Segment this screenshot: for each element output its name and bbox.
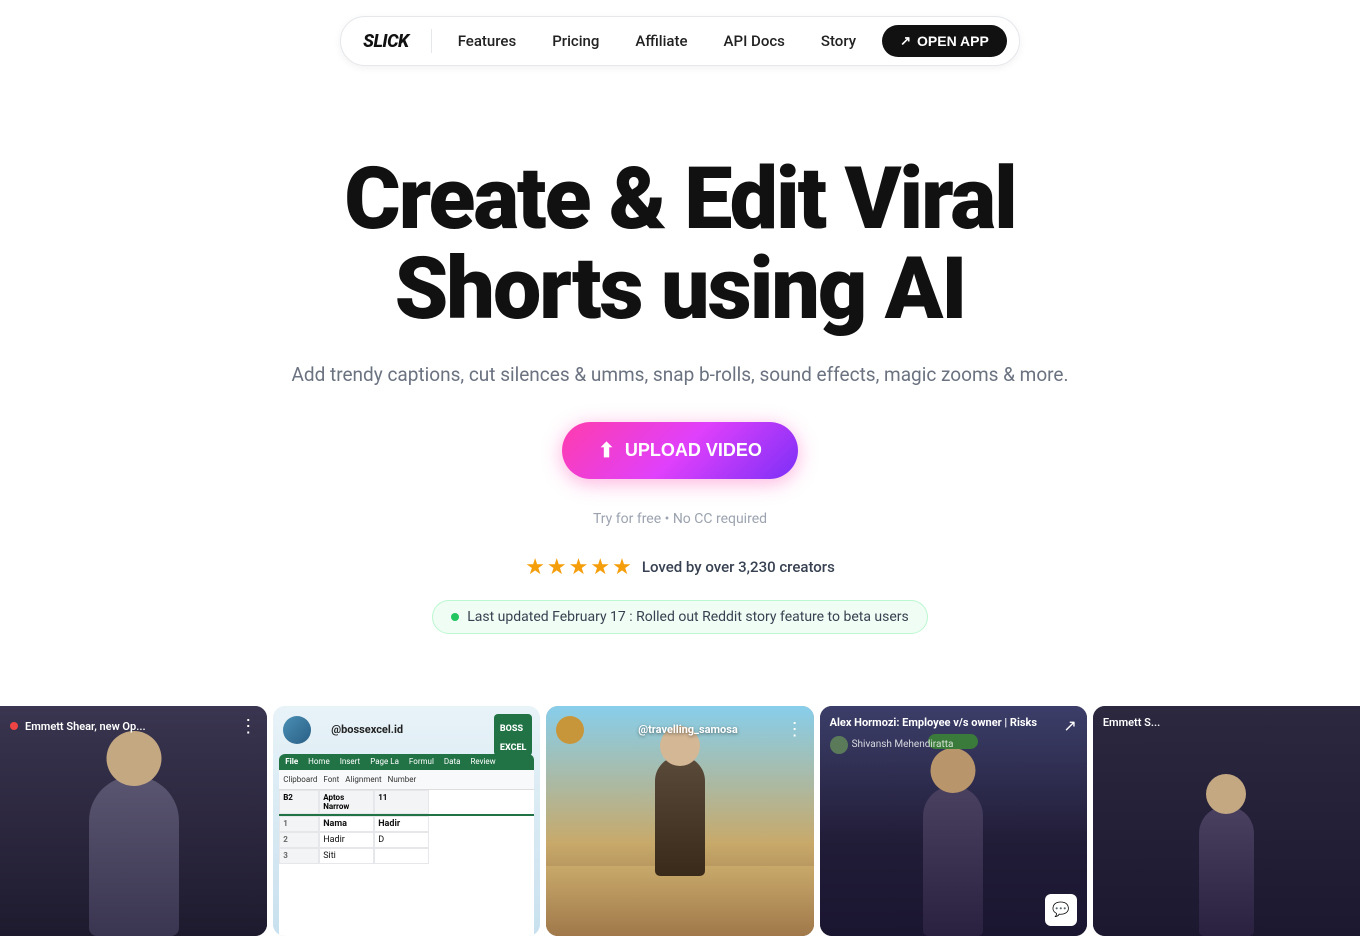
logo[interactable]: SLICK <box>353 27 419 56</box>
hero-title: Create & Edit Viral Shorts using AI <box>20 154 1340 335</box>
try-free-text: Try for free • No CC required <box>20 511 1340 527</box>
navbar-wrapper: SLICK Features Pricing Affiliate API Doc… <box>0 0 1360 74</box>
nav-story[interactable]: Story <box>807 26 870 56</box>
video-1-menu[interactable]: ⋮ <box>239 716 257 737</box>
star-4: ★ <box>590 555 610 580</box>
video-4-title-area: Alex Hormozi: Employee v/s owner | Risks… <box>830 716 1052 754</box>
video-4-author: Shivansh Mehendiratta <box>852 739 954 750</box>
video-5-name: Emmett S... <box>1103 716 1160 729</box>
nav-divider <box>431 29 432 53</box>
video-4-title: Alex Hormozi: Employee v/s owner | Risks <box>830 716 1052 730</box>
stars: ★ ★ ★ ★ ★ <box>525 555 632 580</box>
star-1: ★ <box>525 555 545 580</box>
video-card-1: Emmett Shear, new Op... ⋮ <box>0 706 267 936</box>
video-3-menu[interactable]: ⋮ <box>786 719 804 740</box>
upload-video-button[interactable]: ⬆ UPLOAD VIDEO <box>562 422 798 479</box>
nav-pricing[interactable]: Pricing <box>538 26 613 56</box>
green-dot-icon <box>451 613 459 621</box>
arrow-out-icon: ↗ <box>900 33 911 49</box>
video-3-handle: @travelling_samosa <box>638 723 738 736</box>
video-4-share[interactable]: ↗ <box>1063 716 1076 735</box>
open-app-button[interactable]: ↗ OPEN APP <box>882 25 1007 57</box>
video-2-handle: @bossexcel.id <box>317 717 514 742</box>
video-3-header: @travelling_samosa ⋮ <box>556 716 803 744</box>
nav-affiliate[interactable]: Affiliate <box>621 26 701 56</box>
video-card-5: Emmett S... <box>1093 706 1360 936</box>
upload-icon: ⬆ <box>598 438 615 463</box>
rec-dot <box>10 722 18 730</box>
stars-row: ★ ★ ★ ★ ★ Loved by over 3,230 creators <box>20 555 1340 580</box>
chat-icon: 💬 <box>1045 894 1077 926</box>
video-card-3: @travelling_samosa ⋮ <box>546 706 813 936</box>
video-card-2: @bossexcel.id ⋮ File Home Insert Page La… <box>273 706 540 936</box>
update-badge: Last updated February 17 : Rolled out Re… <box>432 600 928 634</box>
video-1-name: Emmett Shear, new Op... <box>25 720 146 733</box>
star-3: ★ <box>569 555 589 580</box>
video-strip: Emmett Shear, new Op... ⋮ @bossexcel.id … <box>0 706 1360 936</box>
nav-api-docs[interactable]: API Docs <box>710 26 799 56</box>
loved-text: Loved by over 3,230 creators <box>642 558 835 576</box>
video-card-4: Alex Hormozi: Employee v/s owner | Risks… <box>820 706 1087 936</box>
navbar: SLICK Features Pricing Affiliate API Doc… <box>340 16 1020 66</box>
star-5: ★ <box>612 555 632 580</box>
nav-features[interactable]: Features <box>444 26 530 56</box>
hero-subtitle: Add trendy captions, cut silences & umms… <box>20 363 1340 386</box>
star-2: ★ <box>547 555 567 580</box>
hero-section: Create & Edit Viral Shorts using AI Add … <box>0 74 1360 674</box>
